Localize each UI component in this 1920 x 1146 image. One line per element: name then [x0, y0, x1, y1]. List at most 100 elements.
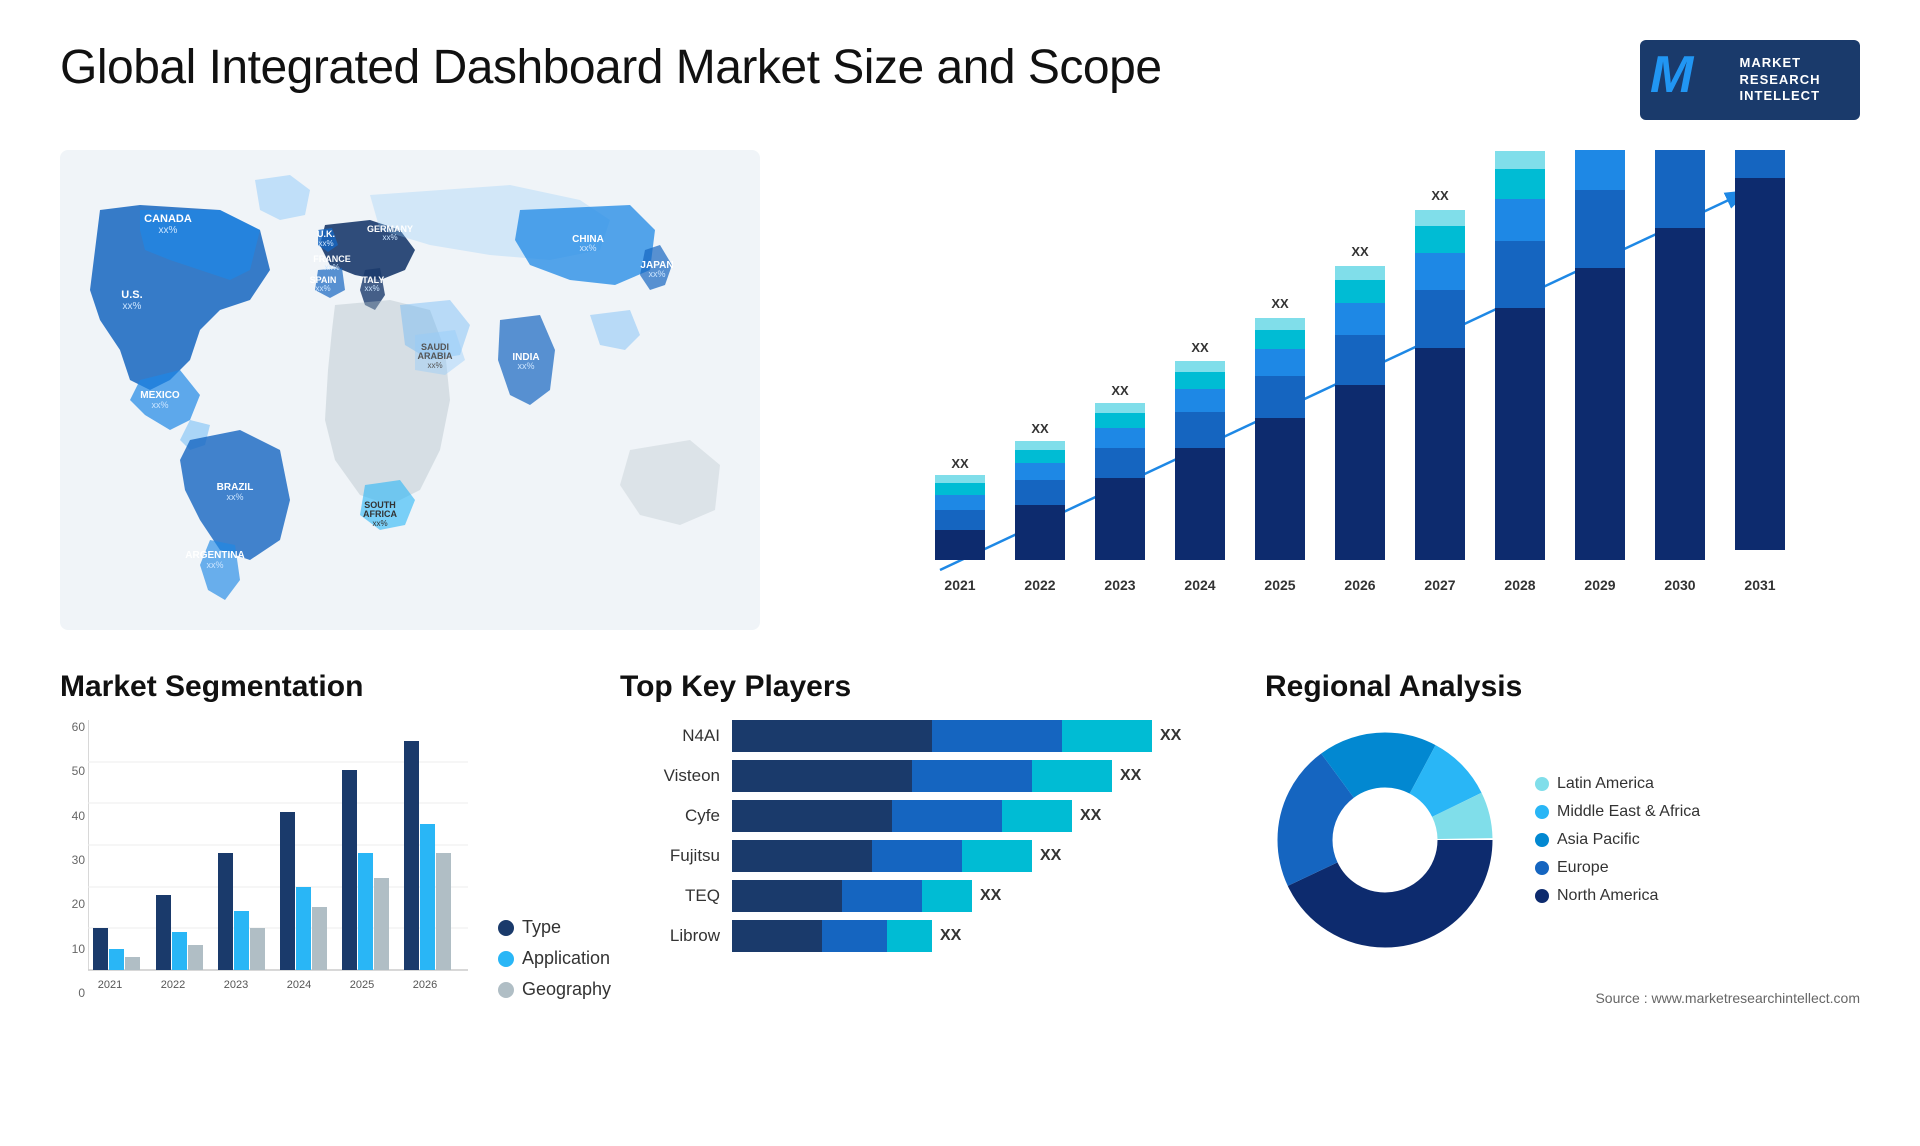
svg-text:2023: 2023	[224, 979, 248, 991]
player-bar-visteon: XX	[732, 760, 1215, 792]
svg-text:XX: XX	[1111, 383, 1129, 398]
player-xx-librow: XX	[940, 927, 961, 945]
svg-text:2028: 2028	[1504, 577, 1535, 593]
svg-text:xx%: xx%	[372, 519, 387, 528]
svg-text:XX: XX	[1191, 340, 1209, 355]
svg-text:XX: XX	[1351, 244, 1369, 259]
legend-latin-america-label: Latin America	[1557, 775, 1654, 793]
svg-text:2029: 2029	[1584, 577, 1615, 593]
svg-text:2021: 2021	[98, 979, 122, 991]
svg-text:XX: XX	[1031, 421, 1049, 436]
legend-mea-dot	[1535, 805, 1549, 819]
svg-text:2024: 2024	[287, 979, 311, 991]
bottom-section: Market Segmentation 60 50 40 30 20 10 0	[60, 670, 1860, 1006]
legend-mea: Middle East & Africa	[1535, 803, 1700, 821]
donut-chart-svg	[1265, 720, 1505, 960]
player-row-teq: TEQ XX	[620, 880, 1215, 912]
player-xx-fujitsu: XX	[1040, 847, 1061, 865]
legend-geography: Geography	[498, 979, 611, 1000]
svg-text:xx%: xx%	[382, 233, 397, 242]
legend-asia-pacific-dot	[1535, 833, 1549, 847]
page-container: Global Integrated Dashboard Market Size …	[0, 0, 1920, 1146]
legend-mea-label: Middle East & Africa	[1557, 803, 1700, 821]
player-bar-librow: XX	[732, 920, 1215, 952]
svg-text:xx%: xx%	[364, 284, 379, 293]
legend-geography-dot	[498, 982, 514, 998]
svg-text:2026: 2026	[1344, 577, 1375, 593]
svg-text:AFRICA: AFRICA	[363, 509, 397, 519]
bar-chart-container: XX 2021 XX 2022	[800, 150, 1860, 630]
legend-type-dot	[498, 920, 514, 936]
svg-text:2027: 2027	[1424, 577, 1455, 593]
seg-legend: Type Application Geography	[498, 917, 611, 1000]
legend-application-dot	[498, 951, 514, 967]
header: Global Integrated Dashboard Market Size …	[60, 40, 1860, 120]
player-name-cyfe: Cyfe	[620, 806, 720, 826]
player-row-cyfe: Cyfe XX	[620, 800, 1215, 832]
legend-north-america-label: North America	[1557, 887, 1658, 905]
main-bar-chart-svg: XX 2021 XX 2022	[800, 150, 1860, 630]
svg-text:2026: 2026	[413, 979, 437, 991]
svg-text:xx%: xx%	[324, 263, 339, 272]
legend-type: Type	[498, 917, 611, 938]
segmentation-box: Market Segmentation 60 50 40 30 20 10 0	[60, 670, 560, 1006]
legend-europe: Europe	[1535, 859, 1700, 877]
players-box: Top Key Players N4AI XX	[620, 670, 1215, 1006]
world-map-svg: CANADA xx% U.S. xx% MEXICO xx% BRAZIL xx…	[60, 150, 760, 630]
svg-text:2025: 2025	[1264, 577, 1295, 593]
svg-text:xx%: xx%	[427, 361, 442, 370]
legend-europe-dot	[1535, 861, 1549, 875]
svg-text:U.K.: U.K.	[317, 229, 335, 239]
svg-text:XX: XX	[951, 456, 969, 471]
map-container: CANADA xx% U.S. xx% MEXICO xx% BRAZIL xx…	[60, 150, 760, 630]
donut-legend: Latin America Middle East & Africa Asia …	[1535, 775, 1700, 905]
player-name-n4ai: N4AI	[620, 726, 720, 746]
svg-text:xx%: xx%	[648, 269, 665, 279]
svg-text:2022: 2022	[161, 979, 185, 991]
legend-type-label: Type	[522, 917, 561, 938]
player-name-visteon: Visteon	[620, 766, 720, 786]
svg-text:xx%: xx%	[226, 492, 243, 502]
player-row-n4ai: N4AI XX	[620, 720, 1215, 752]
svg-text:2031: 2031	[1744, 577, 1775, 593]
player-bar-cyfe: XX	[732, 800, 1215, 832]
logo-area: M MARKET RESEARCH INTELLECT	[1640, 40, 1860, 120]
player-row-librow: Librow XX	[620, 920, 1215, 952]
player-name-fujitsu: Fujitsu	[620, 846, 720, 866]
svg-text:2030: 2030	[1664, 577, 1695, 593]
legend-latin-america: Latin America	[1535, 775, 1700, 793]
player-bar-teq: XX	[732, 880, 1215, 912]
player-name-teq: TEQ	[620, 886, 720, 906]
player-xx-teq: XX	[980, 887, 1001, 905]
player-xx-visteon: XX	[1120, 767, 1141, 785]
seg-chart-svg: 2021 2022 2023 2024 2025 2026	[88, 720, 468, 1000]
legend-application-label: Application	[522, 948, 610, 969]
legend-asia-pacific: Asia Pacific	[1535, 831, 1700, 849]
svg-text:xx%: xx%	[517, 361, 534, 371]
player-bar-n4ai: XX	[732, 720, 1215, 752]
logo-m-icon: M	[1650, 45, 1693, 105]
svg-text:2024: 2024	[1184, 577, 1215, 593]
legend-north-america-dot	[1535, 889, 1549, 903]
svg-text:xx%: xx%	[123, 301, 142, 312]
player-bar-fujitsu: XX	[732, 840, 1215, 872]
svg-text:XX: XX	[1271, 296, 1289, 311]
player-name-librow: Librow	[620, 926, 720, 946]
svg-text:xx%: xx%	[206, 560, 223, 570]
legend-latin-america-dot	[1535, 777, 1549, 791]
source-text: Source : www.marketresearchintellect.com	[1265, 990, 1860, 1006]
legend-europe-label: Europe	[1557, 859, 1609, 877]
svg-text:xx%: xx%	[318, 239, 333, 248]
logo-text: MARKET RESEARCH INTELLECT	[1740, 55, 1821, 106]
players-list: N4AI XX Visteon	[620, 720, 1215, 952]
page-title: Global Integrated Dashboard Market Size …	[60, 40, 1162, 95]
player-row-visteon: Visteon XX	[620, 760, 1215, 792]
player-row-fujitsu: Fujitsu XX	[620, 840, 1215, 872]
svg-text:XX: XX	[1431, 188, 1449, 203]
svg-text:ARABIA: ARABIA	[418, 351, 453, 361]
svg-text:U.S.: U.S.	[121, 289, 142, 301]
map-svg: CANADA xx% U.S. xx% MEXICO xx% BRAZIL xx…	[60, 150, 760, 630]
regional-title: Regional Analysis	[1265, 670, 1860, 704]
top-section: CANADA xx% U.S. xx% MEXICO xx% BRAZIL xx…	[60, 150, 1860, 630]
logo-box: M MARKET RESEARCH INTELLECT	[1640, 40, 1860, 120]
